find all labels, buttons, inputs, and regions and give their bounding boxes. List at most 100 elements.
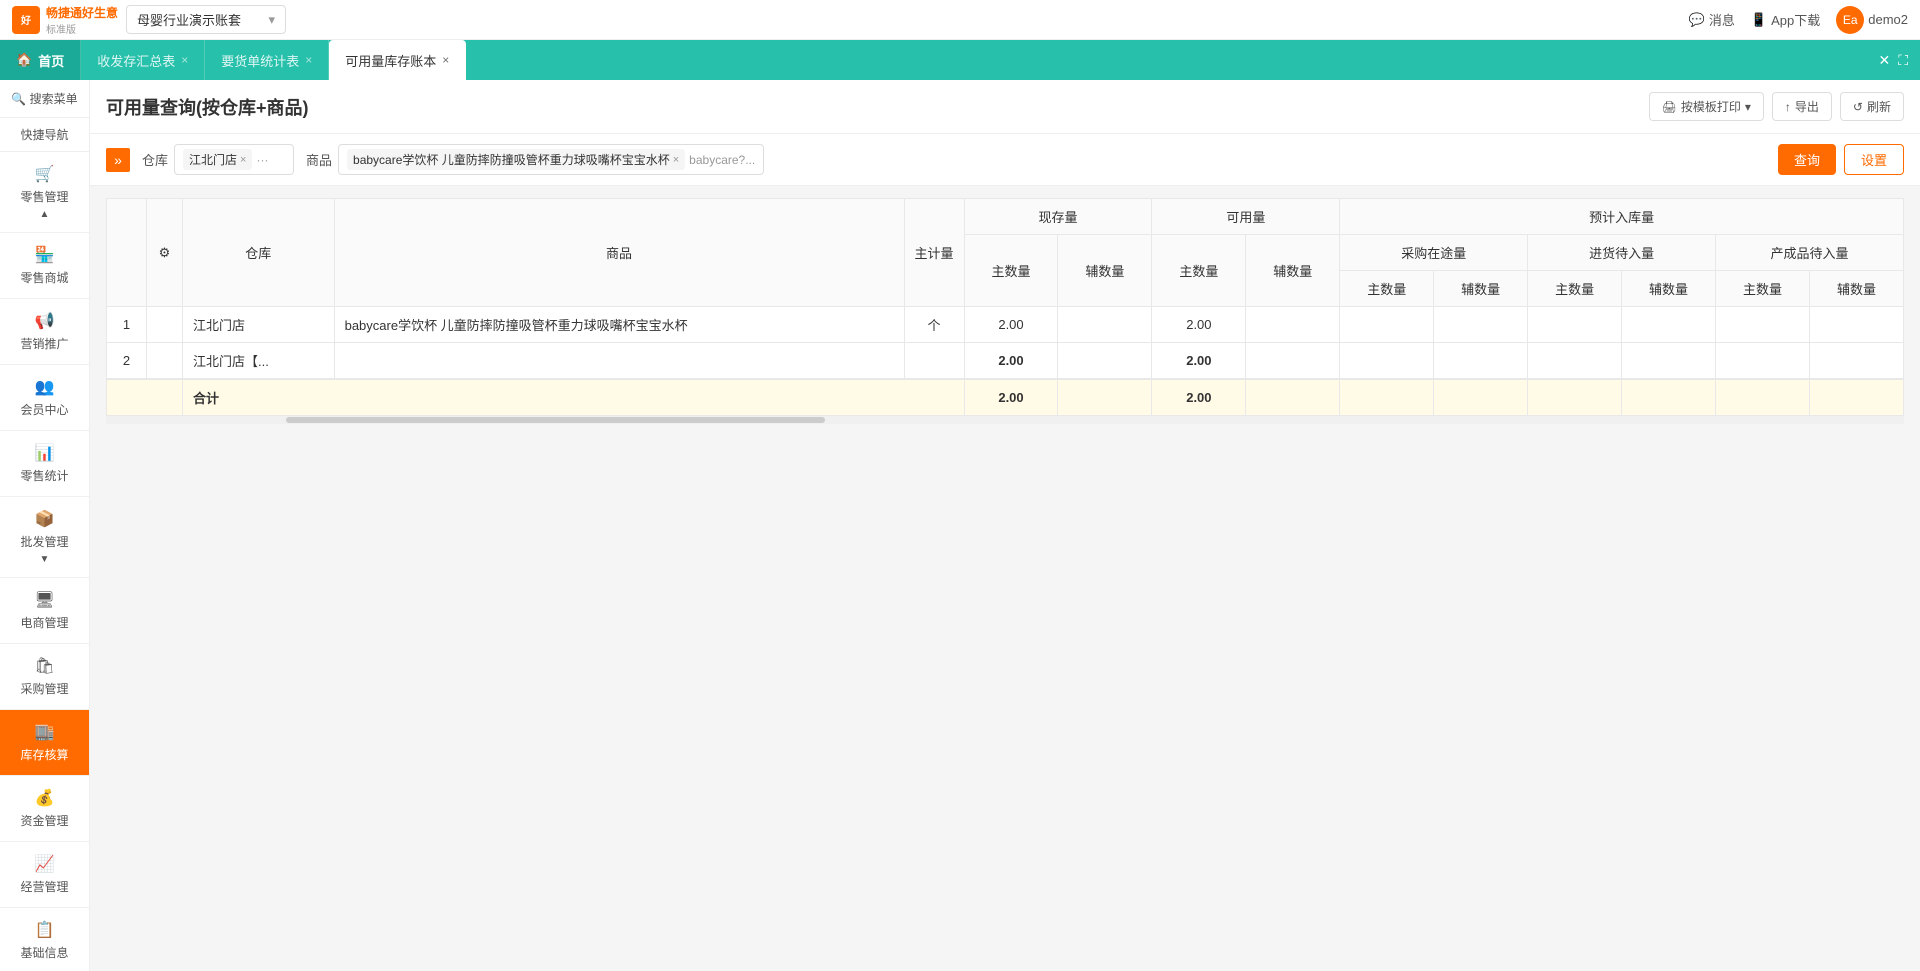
th-incoming-aux: 辅数量	[1622, 271, 1716, 307]
cell-unit-1: 个	[904, 307, 964, 343]
sidebar-item-inventory[interactable]: 🏬 库存核算	[0, 710, 89, 776]
total-label: 合计	[183, 379, 965, 416]
th-purchase-main: 主数量	[1340, 271, 1434, 307]
cell-available-aux-1	[1246, 307, 1340, 343]
top-bar-right: 💬 消息 📱 App下载 Ea demo2	[1689, 6, 1908, 34]
settings-button[interactable]: 设置	[1844, 144, 1904, 175]
avatar: Ea	[1836, 6, 1864, 34]
sidebar-item-finance[interactable]: 💰 资金管理	[0, 776, 89, 842]
user-menu[interactable]: Ea demo2	[1836, 6, 1908, 34]
cell-incoming-aux-2	[1622, 343, 1716, 380]
data-table: ⚙ 仓库 商品 主计量 现存量 可用量 预计入库量 主数量 辅数量 主数量 辅数…	[106, 198, 1904, 416]
total-stock-main: 2.00	[964, 379, 1058, 416]
print-button[interactable]: 🖨 按模板打印 ▾	[1649, 92, 1764, 121]
tab-close-orders[interactable]: ×	[305, 53, 312, 67]
export-button[interactable]: ↑ 导出	[1772, 92, 1832, 121]
sidebar: 🔍 搜索菜单 快捷导航 🛒 零售管理 ▲ 🏪 零售商城 📢 营销推广 👥 会员中…	[0, 80, 90, 971]
close-tab-icon[interactable]: ✕	[1878, 52, 1890, 69]
app-download-button[interactable]: 📱 App下载	[1751, 10, 1820, 29]
marketing-icon: 📢	[35, 311, 55, 331]
arrow-icon-2: ▼	[40, 554, 50, 565]
members-icon: 👥	[35, 377, 55, 397]
cell-purchase-aux-2	[1434, 343, 1528, 380]
cell-production-main-1	[1716, 307, 1810, 343]
total-row: 合计 2.00 2.00	[107, 379, 1904, 416]
logo-icon: 好	[12, 6, 40, 34]
sidebar-item-retail[interactable]: 🛒 零售管理 ▲	[0, 152, 89, 233]
refresh-button[interactable]: ↺ 刷新	[1840, 92, 1904, 121]
cell-production-main-2	[1716, 343, 1810, 380]
tab-close-receipts[interactable]: ×	[181, 53, 188, 67]
warehouse-filter: 仓库 江北门店 × ···	[142, 144, 294, 175]
total-stock-aux	[1058, 379, 1152, 416]
message-button[interactable]: 💬 消息	[1689, 10, 1735, 29]
product-tag-close-1[interactable]: ×	[673, 154, 679, 166]
cell-purchase-main-2	[1340, 343, 1434, 380]
total-production-aux	[1809, 379, 1903, 416]
stats-icon: 📊	[35, 443, 55, 463]
total-purchase-main	[1340, 379, 1434, 416]
sidebar-quick-nav[interactable]: 快捷导航	[0, 118, 89, 152]
table-scroll-thumb[interactable]	[286, 417, 825, 423]
top-bar-left: 好 畅捷通好生意 标准版 母婴行业演示账套 ▾	[12, 4, 286, 36]
tab-available[interactable]: 可用量库存账本 ×	[329, 40, 466, 80]
print-icon: 🖨	[1662, 100, 1677, 114]
product-filter: 商品 babycare学饮杯 儿童防摔防撞吸管杯重力球吸嘴杯宝宝水杯 × bab…	[306, 144, 764, 175]
th-gear: ⚙	[147, 199, 183, 307]
cell-gear-1	[147, 307, 183, 343]
total-production-main	[1716, 379, 1810, 416]
query-button[interactable]: 查询	[1778, 144, 1836, 175]
sidebar-item-ecommerce[interactable]: 🖥 电商管理	[0, 578, 89, 644]
warehouse-tag-container[interactable]: 江北门店 × ···	[174, 144, 294, 175]
sidebar-item-members[interactable]: 👥 会员中心	[0, 365, 89, 431]
table-row: 2 江北门店【... 2.00 2.00	[107, 343, 1904, 380]
industry-selector[interactable]: 母婴行业演示账套 ▾	[126, 5, 286, 34]
warehouse-tag-close-1[interactable]: ×	[240, 154, 246, 166]
th-planned-group: 预计入库量	[1340, 199, 1904, 235]
tab-close-available[interactable]: ×	[442, 53, 449, 67]
th-purchase-aux: 辅数量	[1434, 271, 1528, 307]
warehouse-label: 仓库	[142, 150, 168, 169]
main-layout: 🔍 搜索菜单 快捷导航 🛒 零售管理 ▲ 🏪 零售商城 📢 营销推广 👥 会员中…	[0, 80, 1920, 971]
sidebar-item-retail-stats[interactable]: 📊 零售统计	[0, 431, 89, 497]
th-warehouse: 仓库	[183, 199, 335, 307]
sidebar-item-operations[interactable]: 📈 经营管理	[0, 842, 89, 908]
inventory-icon: 🏬	[35, 722, 55, 742]
tab-orders[interactable]: 要货单统计表 ×	[205, 40, 329, 80]
sidebar-item-retail-shop[interactable]: 🏪 零售商城	[0, 233, 89, 299]
logo-text: 畅捷通好生意 标准版	[46, 4, 118, 36]
cell-available-main-1: 2.00	[1152, 307, 1246, 343]
retail-icon: 🛒	[35, 164, 55, 184]
export-icon: ↑	[1785, 100, 1791, 114]
cell-index-1: 1	[107, 307, 147, 343]
product-tag-container[interactable]: babycare学饮杯 儿童防摔防撞吸管杯重力球吸嘴杯宝宝水杯 × babyca…	[338, 144, 764, 175]
th-incoming-main: 主数量	[1528, 271, 1622, 307]
filter-actions: 查询 设置	[1778, 144, 1904, 175]
top-bar: 好 畅捷通好生意 标准版 母婴行业演示账套 ▾ 💬 消息 📱 App下载 Ea …	[0, 0, 1920, 40]
th-available-main: 主数量	[1152, 235, 1246, 307]
gear-icon[interactable]: ⚙	[159, 245, 171, 260]
total-label-cell	[107, 379, 183, 416]
th-production-group: 产成品待入量	[1716, 235, 1904, 271]
content-area: 可用量查询(按仓库+商品) 🖨 按模板打印 ▾ ↑ 导出 ↺ 刷新	[90, 80, 1920, 971]
sidebar-item-marketing[interactable]: 📢 营销推广	[0, 299, 89, 365]
sidebar-item-basic[interactable]: 📋 基础信息	[0, 908, 89, 971]
operations-icon: 📈	[35, 854, 55, 874]
total-purchase-aux	[1434, 379, 1528, 416]
tab-home[interactable]: 🏠 首页	[0, 40, 81, 80]
sidebar-item-purchase[interactable]: 🛍 采购管理	[0, 644, 89, 710]
table-scrollbar[interactable]	[106, 416, 1904, 424]
page-title: 可用量查询(按仓库+商品)	[106, 94, 309, 120]
cell-warehouse-2: 江北门店【...	[183, 343, 335, 380]
tab-receipts[interactable]: 收发存汇总表 ×	[81, 40, 205, 80]
tab-bar: 🏠 首页 收发存汇总表 × 要货单统计表 × 可用量库存账本 × ✕ ⛶	[0, 40, 1920, 80]
sidebar-item-wholesale[interactable]: 📦 批发管理 ▼	[0, 497, 89, 578]
th-stock-main: 主数量	[964, 235, 1058, 307]
th-stock-aux: 辅数量	[1058, 235, 1152, 307]
page-actions: 🖨 按模板打印 ▾ ↑ 导出 ↺ 刷新	[1649, 92, 1904, 121]
total-incoming-main	[1528, 379, 1622, 416]
filter-toggle[interactable]: »	[106, 148, 130, 172]
warehouse-more[interactable]: ···	[256, 153, 268, 167]
expand-icon[interactable]: ⛶	[1898, 52, 1908, 69]
sidebar-search[interactable]: 🔍 搜索菜单	[0, 80, 89, 118]
